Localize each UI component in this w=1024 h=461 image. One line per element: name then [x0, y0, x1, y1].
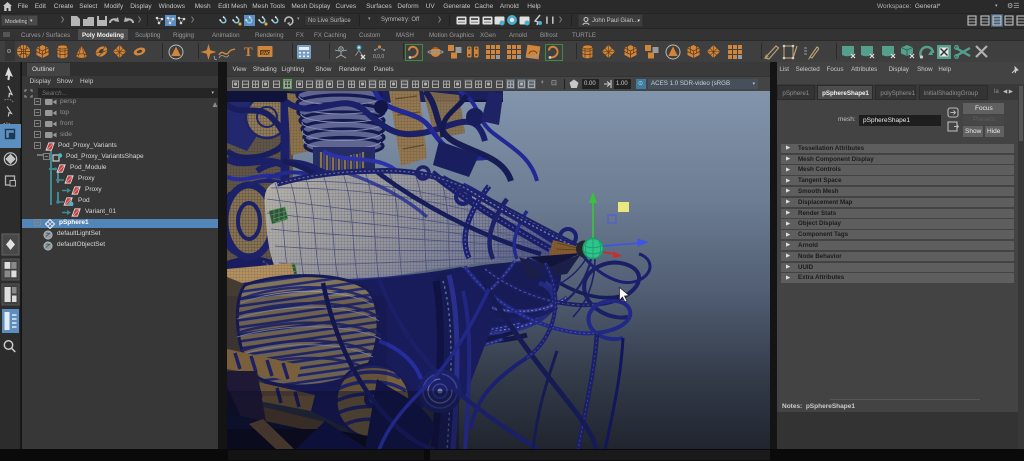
svg-text:0,0,0: 0,0,0 — [373, 54, 384, 60]
svg-text:SVG: SVG — [261, 51, 271, 56]
